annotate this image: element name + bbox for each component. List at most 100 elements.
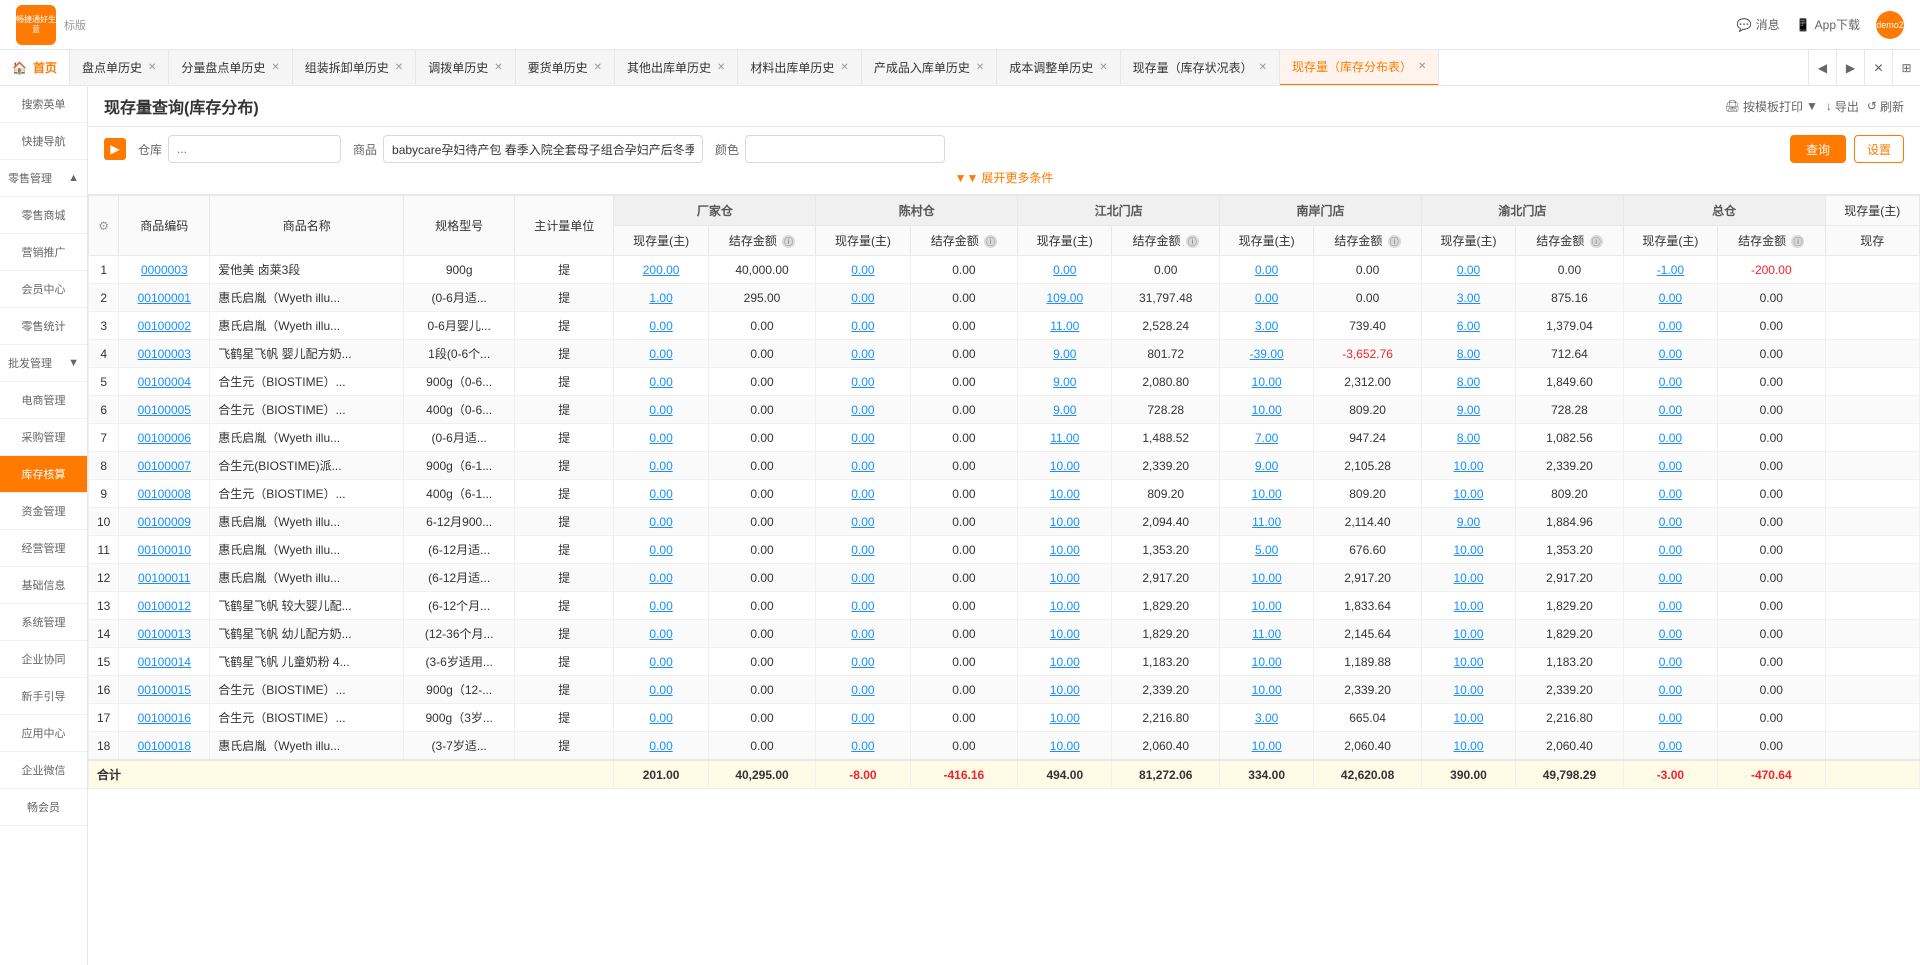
sidebar-item-marketing[interactable]: 营销推广: [0, 234, 87, 271]
sidebar-item-retail[interactable]: 零售管理 ▲: [0, 160, 87, 197]
cell-jb-amt: 1,829.20: [1112, 592, 1220, 620]
sidebar-item-ecommerce[interactable]: 电商管理: [0, 382, 87, 419]
cell-na-qty: 9.00: [1220, 452, 1314, 480]
sidebar-item-operation[interactable]: 经营管理: [0, 530, 87, 567]
expand-conditions-btn[interactable]: ▼▼ 展开更多条件: [955, 169, 1054, 186]
cell-name: 惠氏启胤（Wyeth illu...: [210, 536, 404, 564]
sidebar-item-basic[interactable]: 基础信息: [0, 567, 87, 604]
export-btn[interactable]: ↓ 导出: [1826, 98, 1859, 115]
tab-close-product-in[interactable]: ✕: [976, 62, 984, 73]
sidebar-item-member[interactable]: 会员中心: [0, 271, 87, 308]
col-settings[interactable]: ⚙: [89, 196, 119, 256]
cell-f-qty: 0.00: [614, 480, 708, 508]
cell-spec: (6-12个月...: [404, 592, 515, 620]
cell-yb-qty: 10.00: [1421, 480, 1515, 508]
tab-close-all-btn[interactable]: ✕: [1864, 50, 1892, 86]
tab-close-requisition[interactable]: ✕: [594, 62, 602, 73]
cell-code: 00100009: [119, 508, 210, 536]
tab-inventory-single[interactable]: 盘点单历史 ✕: [70, 50, 169, 86]
tab-expand-btn[interactable]: ⊞: [1892, 50, 1920, 86]
cell-idx: 3: [89, 312, 119, 340]
table-row: 7 00100006 惠氏启胤（Wyeth illu... (0-6月适... …: [89, 424, 1920, 452]
cell-name: 合生元(BIOSTIME)派...: [210, 452, 404, 480]
cell-na-qty: 10.00: [1220, 564, 1314, 592]
col-c-amt: 结存金额 ⓘ: [910, 226, 1018, 256]
cell-yb-qty: 8.00: [1421, 424, 1515, 452]
cell-code: 00100010: [119, 536, 210, 564]
avatar: demo2: [1876, 11, 1904, 39]
sidebar-item-members[interactable]: 畅会员: [0, 789, 87, 826]
cell-code: 00100003: [119, 340, 210, 368]
tab-material-out[interactable]: 材料出库单历史 ✕: [738, 50, 861, 86]
setting-button[interactable]: 设置: [1854, 135, 1904, 163]
table-container[interactable]: ⚙ 商品编码 商品名称 规格型号 主计量单位 厂家仓 陈村仓 江北门店 南岸门店…: [88, 195, 1920, 965]
warehouse-input[interactable]: [168, 135, 341, 163]
tab-close-inventory-single[interactable]: ✕: [148, 62, 156, 73]
tab-other-out[interactable]: 其他出库单历史 ✕: [615, 50, 738, 86]
cell-extra: [1825, 564, 1919, 592]
cell-c-qty: 0.00: [816, 592, 910, 620]
color-input[interactable]: [745, 135, 945, 163]
cell-unit: 提: [515, 592, 614, 620]
sidebar-item-retail-stats[interactable]: 零售统计: [0, 308, 87, 345]
product-input[interactable]: [383, 135, 703, 163]
tab-close-assembly[interactable]: ✕: [395, 62, 403, 73]
cell-na-qty: 10.00: [1220, 368, 1314, 396]
sidebar-item-inventory[interactable]: 库存核算: [0, 456, 87, 493]
tab-stock-dist[interactable]: 现存量（库存分布表） ✕: [1280, 50, 1439, 86]
tab-cost-adjust[interactable]: 成本调整单历史 ✕: [997, 50, 1120, 86]
message-btn[interactable]: 💬 消息: [1737, 16, 1780, 33]
cell-code: 00100011: [119, 564, 210, 592]
user-menu[interactable]: demo2: [1876, 11, 1904, 39]
tab-transfer[interactable]: 调拨单历史 ✕: [416, 50, 515, 86]
tab-home[interactable]: 🏠 首页: [0, 50, 70, 86]
col-yb-qty: 现存量(主): [1421, 226, 1515, 256]
refresh-btn[interactable]: ↺ 刷新: [1867, 98, 1904, 115]
tab-split-inventory[interactable]: 分量盘点单历史 ✕: [169, 50, 292, 86]
cell-code: 00100014: [119, 648, 210, 676]
col-spec: 规格型号: [404, 196, 515, 256]
sidebar-item-apps[interactable]: 应用中心: [0, 715, 87, 752]
tab-close-other-out[interactable]: ✕: [717, 62, 725, 73]
sidebar-item-wholesale[interactable]: 批发管理 ▼: [0, 345, 87, 382]
cell-name: 飞鹤星飞帆 较大婴儿配...: [210, 592, 404, 620]
query-button[interactable]: 查询: [1790, 135, 1846, 163]
sidebar-item-wechat[interactable]: 企业微信: [0, 752, 87, 789]
sidebar-item-purchase[interactable]: 采购管理: [0, 419, 87, 456]
sidebar-item-search[interactable]: 搜索英单: [0, 86, 87, 123]
tab-stock-status[interactable]: 现存量（库存状况表） ✕: [1121, 50, 1280, 86]
cell-f-amt: 0.00: [708, 564, 816, 592]
cell-idx: 9: [89, 480, 119, 508]
tab-assembly[interactable]: 组装拆卸单历史 ✕: [293, 50, 416, 86]
tab-prev-btn[interactable]: ◀: [1808, 50, 1836, 86]
app-download-btn[interactable]: 📱 App下载: [1796, 16, 1860, 33]
tab-close-cost[interactable]: ✕: [1099, 62, 1107, 73]
tab-close-transfer[interactable]: ✕: [494, 62, 502, 73]
summary-f-qty: 201.00: [614, 760, 708, 789]
cell-jb-qty: 10.00: [1018, 704, 1112, 732]
filter-toggle-btn[interactable]: ▶: [104, 138, 126, 160]
cell-code: 00100002: [119, 312, 210, 340]
cell-na-amt: 2,917.20: [1314, 564, 1422, 592]
tab-requisition[interactable]: 要货单历史 ✕: [516, 50, 615, 86]
sidebar-item-enterprise[interactable]: 企业协同: [0, 641, 87, 678]
tab-close-stock-dist[interactable]: ✕: [1418, 61, 1426, 72]
col-chenshi: 陈村仓: [816, 196, 1018, 226]
tab-product-in[interactable]: 产成品入库单历史 ✕: [862, 50, 997, 86]
sidebar-item-system[interactable]: 系统管理: [0, 604, 87, 641]
sidebar-item-finance[interactable]: 资金管理: [0, 493, 87, 530]
sidebar-item-retail-shop[interactable]: 零售商城: [0, 197, 87, 234]
sidebar-item-nav[interactable]: 快捷导航: [0, 123, 87, 160]
cell-name: 合生元（BIOSTIME）...: [210, 676, 404, 704]
tab-close-stock-status[interactable]: ✕: [1259, 62, 1267, 73]
cell-c-amt: 0.00: [910, 704, 1018, 732]
tab-close-material[interactable]: ✕: [840, 62, 848, 73]
sidebar-item-guide[interactable]: 新手引导: [0, 678, 87, 715]
cell-f-qty: 0.00: [614, 312, 708, 340]
cell-idx: 5: [89, 368, 119, 396]
tab-close-split[interactable]: ✕: [271, 62, 279, 73]
tab-next-btn[interactable]: ▶: [1836, 50, 1864, 86]
print-btn[interactable]: 🖨 按模板打印 ▼: [1725, 98, 1818, 115]
cell-name: 飞鹤星飞帆 幼儿配方奶...: [210, 620, 404, 648]
cell-yb-qty: 10.00: [1421, 704, 1515, 732]
